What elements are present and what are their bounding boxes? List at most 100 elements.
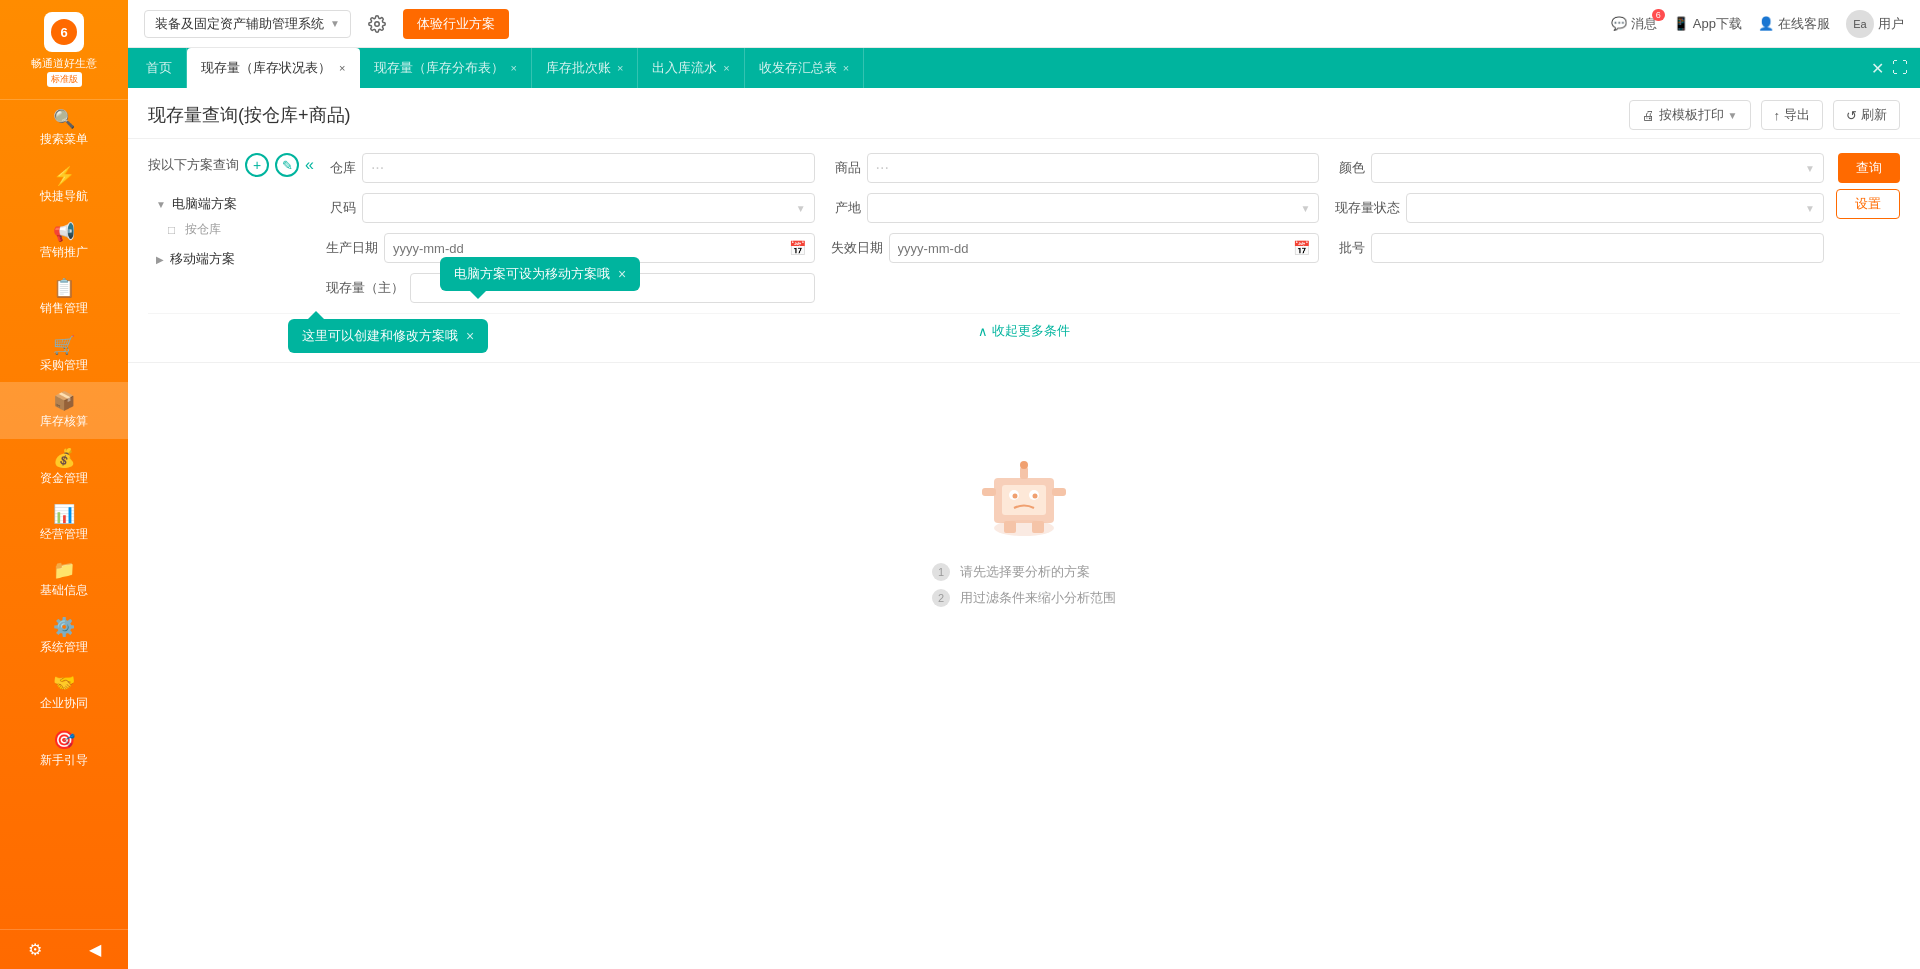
empty-state-step-2: 2 用过滤条件来缩小分析范围	[932, 589, 1116, 607]
sidebar-footer: ⚙ ◀	[0, 929, 128, 969]
online-support-label: 在线客服	[1778, 15, 1830, 33]
scheme-pc-group[interactable]: ▼ 电脑端方案	[148, 191, 314, 217]
sidebar-item-sales[interactable]: 📋 销售管理	[0, 269, 128, 325]
svg-rect-12	[982, 488, 996, 496]
topbar-online-support[interactable]: 👤 在线客服	[1758, 15, 1830, 33]
warehouse-input[interactable]: ···	[362, 153, 815, 183]
empty-state: 1 请先选择要分析的方案 2 用过滤条件来缩小分析范围	[128, 363, 1920, 695]
tab-home[interactable]: 首页	[132, 48, 187, 88]
color-input[interactable]: ▼	[1371, 153, 1824, 183]
filter-field-stock-status: 现存量状态 ▼	[1335, 193, 1824, 223]
sidebar-item-marketing[interactable]: 📢 营销推广	[0, 213, 128, 269]
sidebar-item-inventory[interactable]: 📦 库存核算	[0, 382, 128, 438]
collapse-btn[interactable]: ∧ 收起更多条件	[978, 322, 1070, 340]
expire-date-field[interactable]	[898, 241, 1294, 256]
print-label: 按模板打印	[1659, 106, 1724, 124]
sidebar-item-label-inventory: 库存核算	[40, 414, 88, 428]
sidebar-settings-btn[interactable]: ⚙	[28, 940, 42, 959]
svg-rect-10	[1004, 521, 1016, 533]
search-menu-icon: 🔍	[53, 110, 75, 128]
topbar: 装备及固定资产辅助管理系统 ▼ 体验行业方案 💬 消息 6 📱 App下载 👤 …	[128, 0, 1920, 48]
messages-badge: 6	[1652, 9, 1665, 21]
sidebar-collapse-btn[interactable]: ◀	[89, 940, 101, 959]
sidebar-item-label-operations: 经营管理	[40, 527, 88, 541]
tab-inventory-dist-label: 现存量（库存分布表）	[374, 59, 504, 77]
size-input[interactable]: ▼	[362, 193, 815, 223]
svg-point-9	[1033, 494, 1038, 499]
content-area: 现存量查询(按仓库+商品) 🖨 按模板打印 ▼ ↑ 导出 ↺ 刷新	[128, 88, 1920, 969]
warehouse-more-icon: ···	[371, 159, 384, 177]
sidebar-item-enterprise[interactable]: 🤝 企业协同	[0, 664, 128, 720]
tab-in-out-flow[interactable]: 出入库流水 ×	[638, 48, 744, 88]
topbar-messages[interactable]: 💬 消息 6	[1611, 15, 1657, 33]
tooltip-pc-close-btn[interactable]: ×	[618, 266, 626, 282]
quick-nav-icon: ⚡	[53, 167, 75, 185]
filter-field-batch-no: 批号	[1335, 233, 1824, 263]
tab-recv-send-summary-close-icon[interactable]: ×	[843, 62, 849, 74]
filter-field-color: 颜色 ▼	[1335, 153, 1824, 183]
print-icon: 🖨	[1642, 108, 1655, 123]
settings-btn[interactable]: 设置	[1836, 189, 1900, 219]
warehouse-scheme-icon: □	[168, 223, 175, 237]
sidebar-item-quick-nav[interactable]: ⚡ 快捷导航	[0, 157, 128, 213]
sidebar-item-search-menu[interactable]: 🔍 搜索菜单	[0, 100, 128, 156]
tab-close-all-icon[interactable]: ✕	[1871, 59, 1884, 78]
scheme-pc-item-warehouse[interactable]: □ 按仓库	[148, 217, 314, 242]
edit-scheme-btn[interactable]: ✎	[275, 153, 299, 177]
tab-batch-account-close-icon[interactable]: ×	[617, 62, 623, 74]
scheme-tree: ▼ 电脑端方案 □ 按仓库 ▶ 移动端方案	[148, 191, 314, 272]
sidebar-item-basic[interactable]: 📁 基础信息	[0, 551, 128, 607]
filter-label: 按以下方案查询	[148, 156, 239, 174]
sidebar-item-finance[interactable]: 💰 资金管理	[0, 439, 128, 495]
expire-date-input[interactable]: 📅	[889, 233, 1320, 263]
topbar-settings-btn[interactable]	[363, 10, 391, 38]
tab-recv-send-summary[interactable]: 收发存汇总表 ×	[745, 48, 864, 88]
scheme-mobile-group[interactable]: ▶ 移动端方案	[148, 246, 314, 272]
sidebar-item-purchase[interactable]: 🛒 采购管理	[0, 326, 128, 382]
warehouse-label: 仓库	[326, 159, 356, 177]
collapse-label: 收起更多条件	[992, 322, 1070, 340]
origin-label: 产地	[831, 199, 861, 217]
experience-btn[interactable]: 体验行业方案	[403, 9, 509, 39]
tab-inventory-dist-close-icon[interactable]: ×	[510, 62, 516, 74]
batch-no-field[interactable]	[1380, 241, 1815, 256]
prod-date-field[interactable]	[393, 241, 789, 256]
back-arrow-icon[interactable]: «	[305, 156, 314, 174]
stock-status-dropdown-icon: ▼	[1805, 203, 1815, 214]
stock-qty-label: 现存量（主）	[326, 279, 404, 297]
add-scheme-btn[interactable]: +	[245, 153, 269, 177]
enterprise-icon: 🤝	[53, 674, 75, 692]
tabbar-right-controls: ✕ ⛶	[1871, 59, 1916, 78]
sidebar-item-newbie[interactable]: 🎯 新手引导	[0, 721, 128, 777]
app-selector[interactable]: 装备及固定资产辅助管理系统 ▼	[144, 10, 351, 38]
sidebar-item-label-purchase: 采购管理	[40, 358, 88, 372]
tab-in-out-flow-close-icon[interactable]: ×	[723, 62, 729, 74]
goods-input[interactable]: ···	[867, 153, 1320, 183]
tab-batch-account[interactable]: 库存批次账 ×	[532, 48, 638, 88]
stock-qty-to-field[interactable]	[623, 281, 806, 296]
search-btn[interactable]: 查询	[1838, 153, 1900, 183]
purchase-icon: 🛒	[53, 336, 75, 354]
step-2-num: 2	[932, 589, 950, 607]
tab-inventory-dist[interactable]: 现存量（库存分布表） ×	[360, 48, 531, 88]
origin-input[interactable]: ▼	[867, 193, 1320, 223]
tooltip-create-close-btn[interactable]: ×	[466, 328, 474, 344]
export-btn[interactable]: ↑ 导出	[1761, 100, 1824, 130]
print-btn[interactable]: 🖨 按模板打印 ▼	[1629, 100, 1751, 130]
refresh-btn[interactable]: ↺ 刷新	[1833, 100, 1900, 130]
stock-status-input[interactable]: ▼	[1406, 193, 1824, 223]
tab-maximize-icon[interactable]: ⛶	[1892, 59, 1908, 77]
topbar-app-download[interactable]: 📱 App下载	[1673, 15, 1742, 33]
sidebar-item-label-basic: 基础信息	[40, 583, 88, 597]
batch-no-input[interactable]	[1371, 233, 1824, 263]
tooltip-create: 这里可以创建和修改方案哦 ×	[288, 319, 488, 353]
inventory-icon: 📦	[53, 392, 75, 410]
topbar-user[interactable]: Ea 用户	[1846, 10, 1904, 38]
tab-inventory-status[interactable]: 现存量（库存状况表） ×	[187, 48, 360, 88]
sidebar-item-operations[interactable]: 📊 经营管理	[0, 495, 128, 551]
sidebar-item-system[interactable]: ⚙️ 系统管理	[0, 608, 128, 664]
page-title: 现存量查询(按仓库+商品)	[148, 103, 351, 127]
tab-inventory-status-close-icon[interactable]: ×	[339, 62, 345, 74]
sales-icon: 📋	[53, 279, 75, 297]
scheme-mobile-label: 移动端方案	[170, 250, 235, 268]
